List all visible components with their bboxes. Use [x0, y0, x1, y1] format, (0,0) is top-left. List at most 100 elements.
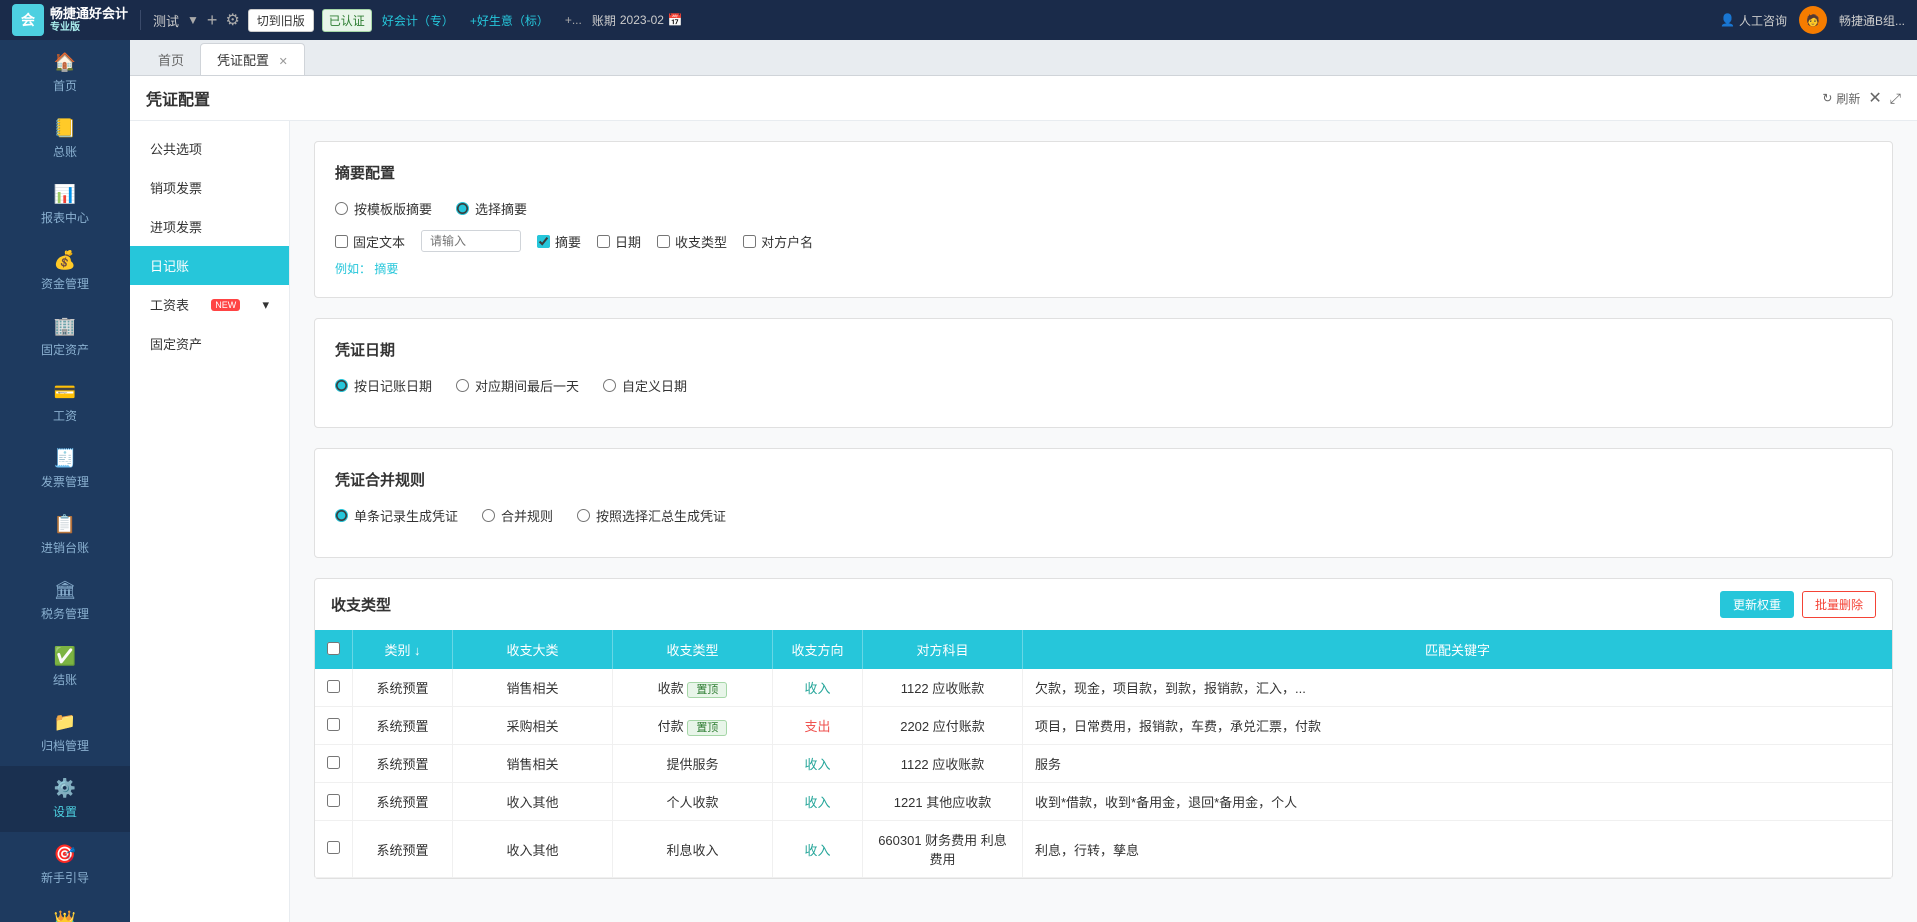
tab-close-icon[interactable]: ✕ [279, 56, 288, 68]
new-badge: NEW [211, 299, 240, 311]
row-direction-3: 收入 [773, 745, 863, 783]
date-section: 凭证日期 按日记账日期 对应期间最后一天 自定义日期 [314, 318, 1893, 428]
update-button[interactable]: 更新权重 [1720, 591, 1794, 618]
topbar-dropdown-arrow[interactable]: ▼ [187, 13, 199, 27]
row-checkbox-4[interactable] [315, 783, 353, 821]
summary-radio-template[interactable]: 按模板版摘要 [335, 199, 432, 218]
summary-title: 摘要配置 [335, 162, 1872, 183]
income-table: 类别 ↓ 收支大类 收支类型 收支方向 对方科目 匹配关键字 [315, 630, 1892, 878]
main-layout: 🏠 首页 📒 总账 📊 报表中心 💰 资金管理 🏢 固定资产 💳 工资 🧾 发票… [0, 40, 1917, 922]
nav-item-public[interactable]: 公共选项 [130, 129, 289, 168]
tab-home[interactable]: 首页 [142, 44, 200, 75]
row-category-1: 系统预置 [353, 669, 453, 707]
merge-title: 凭证合并规则 [335, 469, 1872, 490]
topbar-settings-icon[interactable]: ⚙ [225, 10, 239, 30]
th-type: 收支类型 [613, 630, 773, 669]
nav-item-payroll-sheet[interactable]: 工资表 NEW ▾ [130, 285, 289, 324]
summary-radio-select[interactable]: 选择摘要 [456, 199, 527, 218]
page-header-right: ↻ 刷新 ✕ ⤢ [1822, 88, 1901, 108]
sidebar-item-assets[interactable]: 🏢 固定资产 [0, 304, 130, 370]
support-button[interactable]: 👤 人工咨询 [1720, 12, 1787, 29]
support-icon: 👤 [1720, 13, 1735, 27]
assets-icon: 🏢 [54, 316, 76, 337]
sidebar-item-payroll[interactable]: 💳 工资 [0, 370, 130, 436]
sidebar-label-reports: 报表中心 [41, 209, 89, 226]
tag-certified: 已认证 [322, 9, 372, 32]
row-type-4: 个人收款 [613, 783, 773, 821]
nav-item-sales-invoice[interactable]: 销项发票 [130, 168, 289, 207]
row-checkbox-1[interactable] [315, 669, 353, 707]
user-avatar[interactable]: 🧑 [1799, 6, 1827, 34]
sidebar-item-archive[interactable]: 📁 归档管理 [0, 700, 130, 766]
th-major: 收支大类 [453, 630, 613, 669]
date-radio-custom[interactable]: 自定义日期 [603, 376, 687, 395]
th-category: 类别 ↓ [353, 630, 453, 669]
row-type-1: 收款 置顶 [613, 669, 773, 707]
fixed-text-checkbox[interactable]: 固定文本 [335, 232, 405, 251]
left-nav: 公共选项 销项发票 进项发票 日记账 工资表 NEW ▾ 固定资产 [130, 121, 290, 922]
table-title: 收支类型 [331, 594, 391, 615]
example-text: 例如： 摘要 [335, 260, 1872, 277]
sidebar-item-funds[interactable]: 💰 资金管理 [0, 238, 130, 304]
sidebar-item-ledger[interactable]: 📒 总账 [0, 106, 130, 172]
page-expand-button[interactable]: ⤢ [1890, 90, 1901, 107]
sidebar-item-tax[interactable]: 🏛 税务管理 [0, 568, 130, 634]
period-label: 账期 [592, 12, 616, 29]
row-checkbox-5[interactable] [315, 821, 353, 878]
page-close-button[interactable]: ✕ [1868, 88, 1881, 108]
row-account-5: 660301 财务费用 利息费用 [863, 821, 1023, 878]
nav-item-journal[interactable]: 日记账 [130, 246, 289, 285]
merge-radio-single[interactable]: 单条记录生成凭证 [335, 506, 458, 525]
switch-version-button[interactable]: 切到旧版 [248, 9, 314, 32]
income-type-checkbox[interactable]: 收支类型 [657, 232, 727, 251]
tab-voucher-config[interactable]: 凭证配置 ✕ [200, 43, 305, 75]
refresh-button[interactable]: ↻ 刷新 [1822, 90, 1860, 107]
sidebar-label-close: 结账 [53, 671, 77, 688]
nav-item-fixed-assets[interactable]: 固定资产 [130, 324, 289, 363]
fixed-text-input[interactable] [421, 230, 521, 252]
sidebar-item-member[interactable]: 👑 畅会员 [0, 898, 130, 922]
row-category-4: 系统预置 [353, 783, 453, 821]
row-keywords-2: 项目，日常费用，报销款，车费，承兑汇票，付款 [1023, 707, 1893, 745]
delete-button[interactable]: 批量删除 [1802, 591, 1876, 618]
calendar-icon[interactable]: 📅 [668, 13, 683, 27]
row-checkbox-2[interactable] [315, 707, 353, 745]
topbar-divider-1 [140, 10, 141, 30]
summary-radio-group: 按模板版摘要 选择摘要 [335, 199, 1872, 218]
date-checkbox[interactable]: 日期 [597, 232, 641, 251]
content-area: 首页 凭证配置 ✕ 凭证配置 ↻ 刷新 ✕ ⤢ [130, 40, 1917, 922]
date-radio-journal[interactable]: 按日记账日期 [335, 376, 432, 395]
sidebar-item-settings[interactable]: ⚙️ 设置 [0, 766, 130, 832]
row-account-4: 1221 其他应收款 [863, 783, 1023, 821]
income-table-section: 收支类型 更新权重 批量删除 类别 ↓ 收支大类 收支类型 [314, 578, 1893, 879]
ledger-icon: 📒 [54, 118, 76, 139]
th-select-all[interactable] [315, 630, 353, 669]
reports-icon: 📊 [54, 184, 76, 205]
row-type-2: 付款 置顶 [613, 707, 773, 745]
merge-radio-summary[interactable]: 按照选择汇总生成凭证 [577, 506, 726, 525]
merge-radio-rule[interactable]: 合并规则 [482, 506, 553, 525]
row-direction-5: 收入 [773, 821, 863, 878]
sidebar-item-invoice[interactable]: 🧾 发票管理 [0, 436, 130, 502]
summary-section: 摘要配置 按模板版摘要 选择摘要 [314, 141, 1893, 298]
sidebar-label-settings: 设置 [53, 803, 77, 820]
counterpart-checkbox[interactable]: 对方户名 [743, 232, 813, 251]
table-header-row: 收支类型 更新权重 批量删除 [315, 579, 1892, 630]
sidebar-item-close[interactable]: ✅ 结账 [0, 634, 130, 700]
row-checkbox-3[interactable] [315, 745, 353, 783]
username-label: 畅捷通B组... [1839, 12, 1905, 29]
logo-icon: 会 [12, 4, 44, 36]
summary-checkbox[interactable]: 摘要 [537, 232, 581, 251]
th-account: 对方科目 [863, 630, 1023, 669]
row-keywords-4: 收到*借款，收到*备用金，退回*备用金，个人 [1023, 783, 1893, 821]
row-major-3: 销售相关 [453, 745, 613, 783]
nav-item-purchase-invoice[interactable]: 进项发票 [130, 207, 289, 246]
sidebar-item-guide[interactable]: 🎯 新手引导 [0, 832, 130, 898]
sidebar-item-purchase[interactable]: 📋 进销台账 [0, 502, 130, 568]
row-direction-1: 收入 [773, 669, 863, 707]
row-type-5: 利息收入 [613, 821, 773, 878]
sidebar-item-home[interactable]: 🏠 首页 [0, 40, 130, 106]
topbar-add-icon[interactable]: + [207, 10, 218, 31]
sidebar-item-reports[interactable]: 📊 报表中心 [0, 172, 130, 238]
date-radio-period-last[interactable]: 对应期间最后一天 [456, 376, 579, 395]
